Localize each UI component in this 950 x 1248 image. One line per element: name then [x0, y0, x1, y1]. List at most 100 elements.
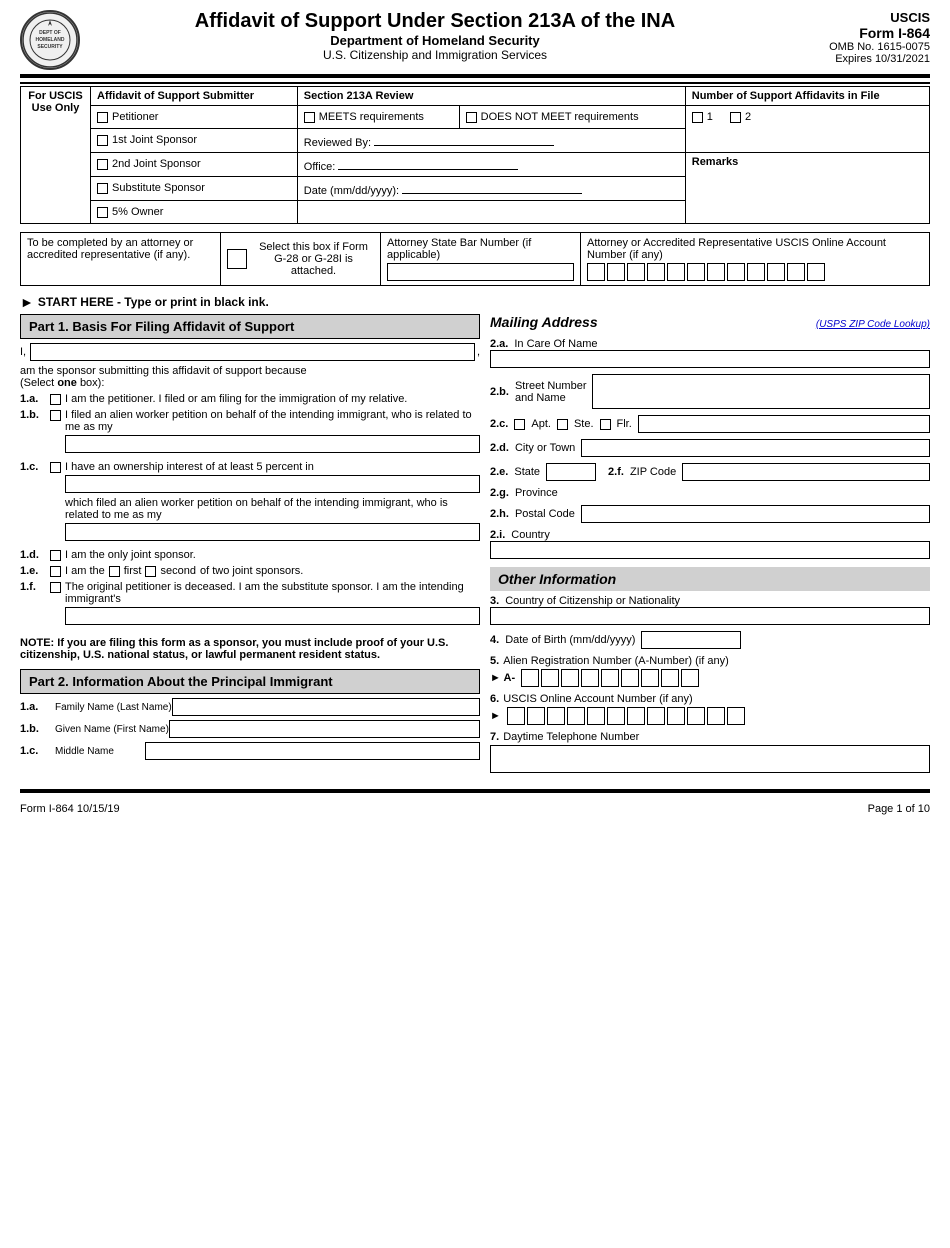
item-1d-text: I am the only joint sponsor. — [65, 549, 480, 561]
acct-cell-11[interactable] — [787, 263, 805, 281]
uscis-logo: DEPT OF HOMELAND SECURITY — [20, 10, 80, 70]
item-1b-input[interactable] — [65, 435, 480, 453]
uscis-acct-10[interactable] — [687, 707, 705, 725]
date-input[interactable] — [402, 180, 582, 194]
mailing-title: Mailing Address — [490, 314, 598, 330]
addr-2i-input[interactable] — [490, 541, 930, 559]
uscis-acct-7[interactable] — [627, 707, 645, 725]
item-4-input[interactable] — [641, 631, 741, 649]
acct-cell-3[interactable] — [627, 263, 645, 281]
addr-2f-input[interactable] — [682, 463, 930, 481]
acct-cell-4[interactable] — [647, 263, 665, 281]
first-checkbox[interactable] — [109, 566, 120, 577]
reviewed-by-input[interactable] — [374, 132, 554, 146]
usps-link[interactable]: (USPS ZIP Code Lookup) — [816, 319, 930, 330]
a-num-8[interactable] — [661, 669, 679, 687]
second-checkbox[interactable] — [145, 566, 156, 577]
part2-given-input[interactable] — [169, 720, 480, 738]
uscis-acct-3[interactable] — [547, 707, 565, 725]
start-arrow: ► — [20, 294, 34, 310]
uscis-acct-11[interactable] — [707, 707, 725, 725]
page-footer: Form I-864 10/15/19 Page 1 of 10 — [20, 803, 930, 815]
bar-number-input[interactable] — [387, 263, 574, 281]
addr-2b-input[interactable] — [592, 374, 930, 409]
ste-checkbox[interactable] — [557, 419, 568, 430]
addr-2a-input[interactable] — [490, 350, 930, 368]
1st-joint-checkbox[interactable] — [97, 135, 108, 146]
item-4-label: Date of Birth (mm/dd/yyyy) — [505, 634, 635, 646]
office-input[interactable] — [338, 156, 518, 170]
acct-cell-9[interactable] — [747, 263, 765, 281]
meets-checkbox[interactable] — [304, 112, 315, 123]
item-5-num: 5. — [490, 655, 499, 667]
item-1c-company-input[interactable] — [65, 475, 480, 493]
petitioner-checkbox[interactable] — [97, 112, 108, 123]
item-1a: 1.a. I am the petitioner. I filed or am … — [20, 393, 480, 405]
part2-family-input[interactable] — [172, 698, 480, 716]
2nd-joint-checkbox[interactable] — [97, 159, 108, 170]
item-1e-checkbox[interactable] — [50, 566, 61, 577]
a-num-1[interactable] — [521, 669, 539, 687]
item-3-input[interactable] — [490, 607, 930, 625]
uscis-acct-8[interactable] — [647, 707, 665, 725]
does-not-meet-checkbox[interactable] — [466, 112, 477, 123]
acct-cell-2[interactable] — [607, 263, 625, 281]
acct-cell-12[interactable] — [807, 263, 825, 281]
5pct-checkbox[interactable] — [97, 207, 108, 218]
uscis-acct-9[interactable] — [667, 707, 685, 725]
item-1f-checkbox[interactable] — [50, 582, 61, 593]
review-does-not-meet: DOES NOT MEET requirements — [459, 106, 685, 129]
a-num-2[interactable] — [541, 669, 559, 687]
uscis-acct-1[interactable] — [507, 707, 525, 725]
account-segmented — [587, 263, 923, 281]
addr-2d-input[interactable] — [581, 439, 930, 457]
item-1c-relation-input[interactable] — [65, 523, 480, 541]
acct-cell-7[interactable] — [707, 263, 725, 281]
addr-2h-input[interactable] — [581, 505, 930, 523]
flr-checkbox[interactable] — [600, 419, 611, 430]
addr-2c-input[interactable] — [638, 415, 930, 433]
part1-header: Part 1. Basis For Filing Affidavit of Su… — [20, 314, 480, 339]
a-num-9[interactable] — [681, 669, 699, 687]
uscis-acct-2[interactable] — [527, 707, 545, 725]
num2-checkbox[interactable] — [730, 112, 741, 123]
item-1d-checkbox[interactable] — [50, 550, 61, 561]
a-num-5[interactable] — [601, 669, 619, 687]
item-7-input[interactable] — [490, 745, 930, 773]
addr-2e-num: 2.e. — [490, 466, 508, 478]
acct-cell-5[interactable] — [667, 263, 685, 281]
acct-cell-1[interactable] — [587, 263, 605, 281]
substitute-checkbox[interactable] — [97, 183, 108, 194]
uscis-acct-6[interactable] — [607, 707, 625, 725]
acct-cell-8[interactable] — [727, 263, 745, 281]
acct-cell-10[interactable] — [767, 263, 785, 281]
account-label: Attorney or Accredited Representative US… — [587, 237, 923, 261]
acct-cell-6[interactable] — [687, 263, 705, 281]
item-1a-checkbox[interactable] — [50, 394, 61, 405]
num1-checkbox[interactable] — [692, 112, 703, 123]
addr-2b-num: 2.b. — [490, 386, 509, 398]
uscis-acct-5[interactable] — [587, 707, 605, 725]
uscis-acct-4[interactable] — [567, 707, 585, 725]
mailing-header-row: Mailing Address (USPS ZIP Code Lookup) — [490, 314, 930, 334]
part2-header: Part 2. Information About the Principal … — [20, 669, 480, 694]
a-num-6[interactable] — [621, 669, 639, 687]
account-number-cell: Attorney or Accredited Representative US… — [581, 233, 930, 286]
item-1f-input[interactable] — [65, 607, 480, 625]
a-num-4[interactable] — [581, 669, 599, 687]
item-1b-checkbox[interactable] — [50, 410, 61, 421]
apt-checkbox[interactable] — [514, 419, 525, 430]
uscis-acct-12[interactable] — [727, 707, 745, 725]
sponsor-name-input[interactable] — [30, 343, 475, 361]
part2-middle-input[interactable] — [145, 742, 480, 760]
item-1c-checkbox[interactable] — [50, 462, 61, 473]
addr-2e-input[interactable] — [546, 463, 596, 481]
a-num-7[interactable] — [641, 669, 659, 687]
g28-checkbox[interactable] — [227, 249, 247, 269]
title-area: Affidavit of Support Under Section 213A … — [100, 10, 770, 62]
addr-2a-row: 2.a. In Care Of Name — [490, 338, 930, 350]
item-1f: 1.f. The original petitioner is deceased… — [20, 581, 480, 629]
item-1d: 1.d. I am the only joint sponsor. — [20, 549, 480, 561]
a-num-3[interactable] — [561, 669, 579, 687]
item-1b: 1.b. I filed an alien worker petition on… — [20, 409, 480, 457]
